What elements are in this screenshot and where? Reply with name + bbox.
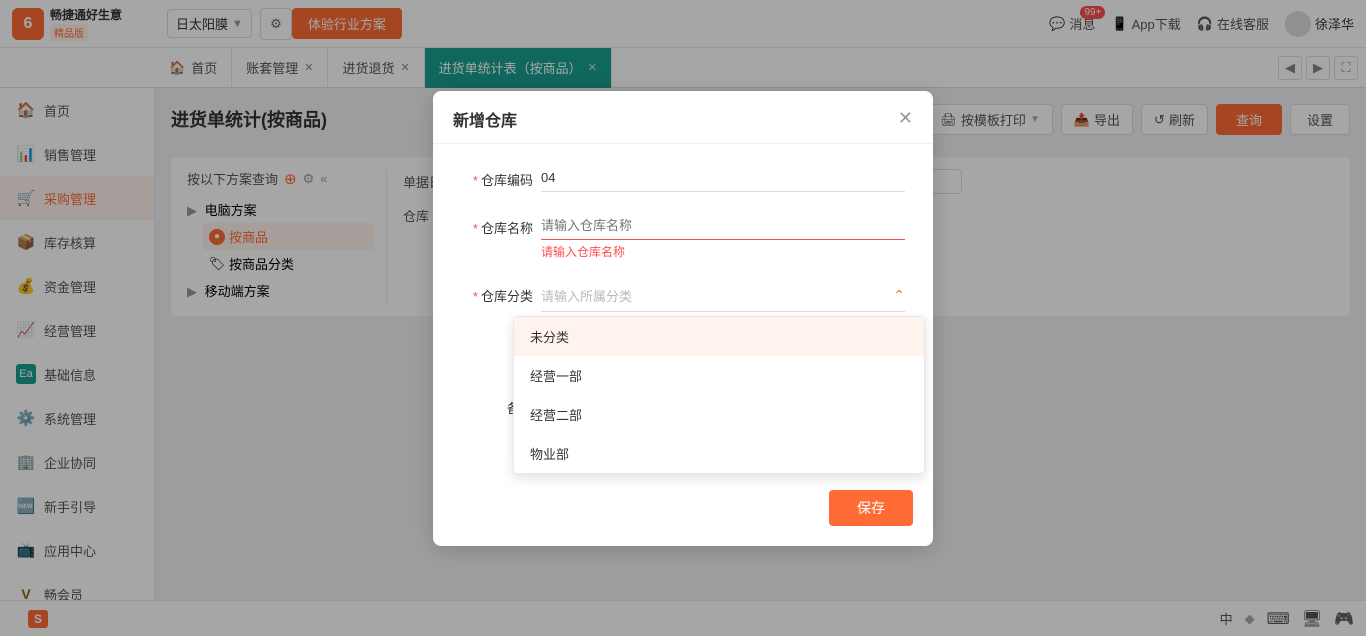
code-control [541,164,905,192]
save-button[interactable]: 保存 [829,490,913,526]
category-control: 请输入所属分类 ⌃ 未分类 经营一部 经营二部 物业部 [541,280,905,312]
name-control: 请输入仓库名称 [541,212,905,260]
warehouse-code-input[interactable] [541,164,905,192]
code-label: 仓库编码 [461,164,541,189]
dialog-title: 新增仓库 [453,107,517,131]
dropdown-item-2[interactable]: 经营二部 [514,395,924,434]
dialog-footer: 保存 [433,478,933,546]
dropdown-item-3[interactable]: 物业部 [514,434,924,473]
dialog-overlay: 新增仓库 ✕ 仓库编码 仓库名称 请输入仓库名称 仓库分类 [0,0,1366,636]
form-row-name: 仓库名称 请输入仓库名称 [461,212,905,260]
category-arrow-icon: ⌃ [893,287,905,304]
dialog-close-button[interactable]: ✕ [898,108,913,129]
dialog-header: 新增仓库 ✕ [433,91,933,144]
category-label: 仓库分类 [461,280,541,305]
dropdown-item-1[interactable]: 经营一部 [514,356,924,395]
dropdown-item-0[interactable]: 未分类 [514,317,924,356]
warehouse-name-input[interactable] [541,212,905,240]
form-row-category: 仓库分类 请输入所属分类 ⌃ 未分类 经营一部 经营二部 物业部 [461,280,905,312]
name-label: 仓库名称 [461,212,541,237]
form-row-code: 仓库编码 [461,164,905,192]
category-dropdown-menu: 未分类 经营一部 经营二部 物业部 [513,316,925,474]
name-error-msg: 请输入仓库名称 [541,243,905,260]
new-warehouse-dialog: 新增仓库 ✕ 仓库编码 仓库名称 请输入仓库名称 仓库分类 [433,91,933,546]
category-dropdown-trigger[interactable]: 请输入所属分类 ⌃ [541,280,905,312]
dialog-body: 仓库编码 仓库名称 请输入仓库名称 仓库分类 请输入所属分类 [433,144,933,478]
